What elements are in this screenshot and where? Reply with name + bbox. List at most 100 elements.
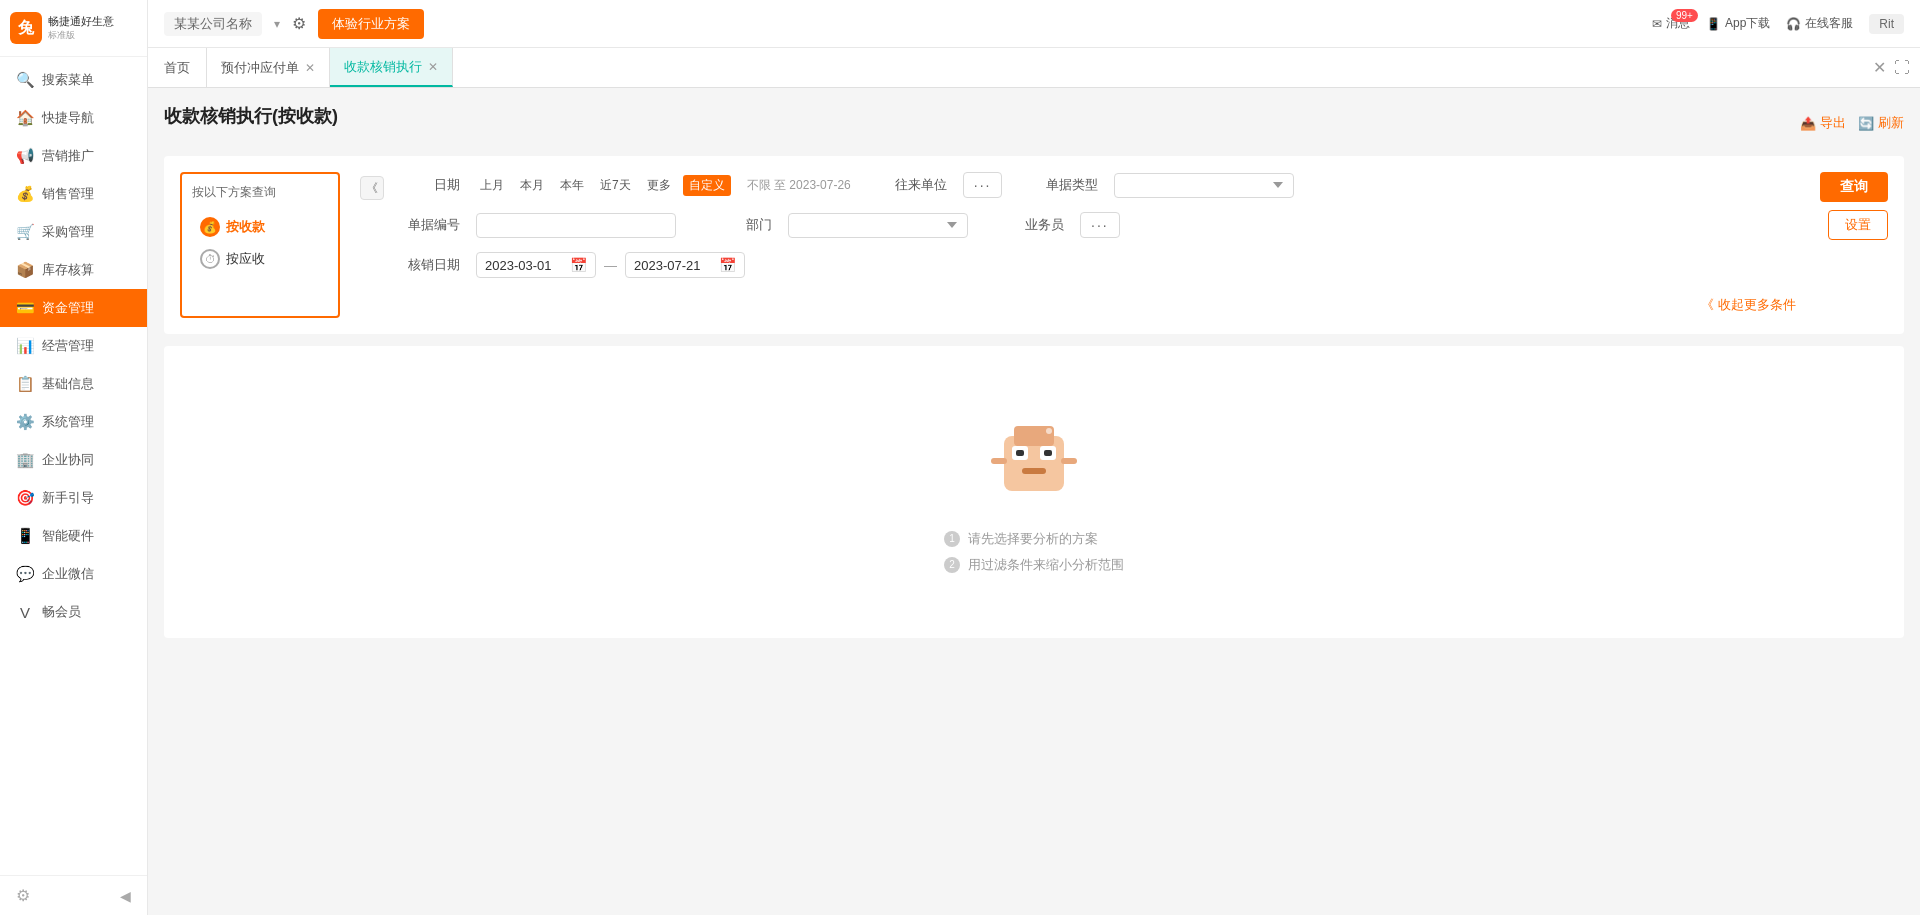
inventory-icon: 📦	[16, 261, 34, 279]
date-this-month[interactable]: 本月	[516, 175, 548, 196]
doc-type-select[interactable]	[1114, 173, 1294, 198]
sidebar: 兔 畅捷通好生意 标准版 🔍 搜索菜单 🏠 快捷导航 📢 营销推广 💰 销售管理…	[0, 0, 148, 915]
online-service-button[interactable]: 🎧 在线客服	[1786, 15, 1853, 32]
sidebar-item-label: 系统管理	[42, 413, 94, 431]
settings-icon[interactable]: ⚙	[16, 886, 30, 905]
tip-num-1: 1	[944, 531, 960, 547]
query-button[interactable]: 查询	[1820, 172, 1888, 202]
tab-receipt[interactable]: 收款核销执行 ✕	[330, 48, 453, 87]
empty-tips: 1 请先选择要分析的方案 2 用过滤条件来缩小分析范围	[944, 526, 1124, 578]
calendar-start-icon: 📅	[570, 257, 587, 273]
sidebar-item-label: 营销推广	[42, 147, 94, 165]
doc-type-label: 单据类型	[1038, 176, 1098, 194]
empty-state: 1 请先选择要分析的方案 2 用过滤条件来缩小分析范围	[164, 346, 1904, 638]
tab-prepay-close-icon[interactable]: ✕	[305, 61, 315, 75]
sidebar-item-purchase[interactable]: 🛒 采购管理	[0, 213, 147, 251]
verify-date-label: 核销日期	[400, 256, 460, 274]
date-last-month[interactable]: 上月	[476, 175, 508, 196]
export-button[interactable]: 📤 导出	[1800, 114, 1846, 132]
sidebar-item-inventory[interactable]: 📦 库存核算	[0, 251, 147, 289]
message-button[interactable]: ✉ 消息 99+	[1652, 15, 1690, 32]
user-avatar[interactable]: Rit	[1869, 14, 1904, 34]
filter-option-label: 按收款	[226, 218, 265, 236]
tab-receipt-label: 收款核销执行	[344, 58, 422, 76]
date-custom[interactable]: 自定义	[683, 175, 731, 196]
filter-option-by-receipt[interactable]: 💰 按收款	[192, 211, 328, 243]
by-receivable-icon: ⏱	[200, 249, 220, 269]
verify-date-end-input[interactable]: 2023-07-21 📅	[625, 252, 745, 278]
filter-option-label: 按应收	[226, 250, 265, 268]
sidebar-nav: 🔍 搜索菜单 🏠 快捷导航 📢 营销推广 💰 销售管理 🛒 采购管理 📦 库存核…	[0, 57, 147, 875]
date-last-7-days[interactable]: 近7天	[596, 175, 635, 196]
tab-prepay[interactable]: 预付冲应付单 ✕	[207, 48, 330, 87]
sidebar-item-basic[interactable]: 📋 基础信息	[0, 365, 147, 403]
counterpart-input[interactable]: ···	[963, 172, 1003, 198]
dept-select[interactable]	[788, 213, 968, 238]
tab-spacer	[453, 48, 1863, 87]
tab-home[interactable]: 首页	[148, 48, 207, 87]
sidebar-item-label: 新手引导	[42, 489, 94, 507]
date-this-year[interactable]: 本年	[556, 175, 588, 196]
export-icon: 📤	[1800, 116, 1816, 131]
app-name: 畅捷通好生意	[48, 14, 114, 28]
sidebar-item-wechat[interactable]: 💬 企业微信	[0, 555, 147, 593]
company-selector[interactable]: 某某公司名称	[164, 12, 262, 36]
date-label: 日期	[400, 176, 460, 194]
refresh-button[interactable]: 🔄 刷新	[1858, 114, 1904, 132]
collapse-more-row: 《 收起更多条件	[400, 292, 1804, 318]
sidebar-item-label: 智能硬件	[42, 527, 94, 545]
sidebar-item-label: 销售管理	[42, 185, 94, 203]
sidebar-item-label: 资金管理	[42, 299, 94, 317]
doc-no-input[interactable]	[476, 213, 676, 238]
tip-text-2: 用过滤条件来缩小分析范围	[968, 552, 1124, 578]
tip-text-1: 请先选择要分析的方案	[968, 526, 1098, 552]
filter-collapse-toggle[interactable]: 《	[360, 176, 384, 200]
tab-close-window-icon[interactable]: ✕	[1873, 58, 1886, 77]
sidebar-item-hardware[interactable]: 📱 智能硬件	[0, 517, 147, 555]
date-more[interactable]: 更多	[643, 175, 675, 196]
sales-icon: 💰	[16, 185, 34, 203]
company-chevron-icon[interactable]: ▾	[274, 17, 280, 31]
tab-window-actions: ✕ ⛶	[1863, 48, 1920, 87]
hardware-icon: 📱	[16, 527, 34, 545]
app-download-button[interactable]: 📱 App下载	[1706, 15, 1770, 32]
verify-date-range: 2023-03-01 📅 — 2023-07-21 📅	[476, 252, 745, 278]
filter-row-1: 日期 上月 本月 本年 近7天 更多 自定义 不限 至 2023-07-26 往…	[400, 172, 1804, 198]
settings-gear-icon[interactable]: ⚙	[292, 14, 306, 33]
filter-option-by-receivable[interactable]: ⏱ 按应收	[192, 243, 328, 275]
sidebar-item-operation[interactable]: 📊 经营管理	[0, 327, 147, 365]
sidebar-item-system[interactable]: ⚙️ 系统管理	[0, 403, 147, 441]
collapse-sidebar-icon[interactable]: ◀	[120, 888, 131, 904]
sidebar-item-label: 快捷导航	[42, 109, 94, 127]
tip-num-2: 2	[944, 557, 960, 573]
verify-date-start-input[interactable]: 2023-03-01 📅	[476, 252, 596, 278]
main-wrapper: 某某公司名称 ▾ ⚙ 体验行业方案 ✉ 消息 99+ 📱 App下载 🎧 在线客…	[148, 0, 1920, 915]
solution-button[interactable]: 体验行业方案	[318, 9, 424, 39]
sidebar-item-shortcuts[interactable]: 🏠 快捷导航	[0, 99, 147, 137]
svg-point-9	[1046, 428, 1052, 434]
sidebar-item-label: 企业微信	[42, 565, 94, 583]
sidebar-item-guide[interactable]: 🎯 新手引导	[0, 479, 147, 517]
filter-settings-button[interactable]: 设置	[1828, 210, 1888, 240]
sidebar-item-label: 搜索菜单	[42, 71, 94, 89]
system-icon: ⚙️	[16, 413, 34, 431]
date-range-dash: —	[604, 258, 617, 273]
sidebar-footer: ⚙ ◀	[0, 875, 147, 915]
sidebar-item-enterprise[interactable]: 🏢 企业协同	[0, 441, 147, 479]
sidebar-item-search[interactable]: 🔍 搜索菜单	[0, 61, 147, 99]
sidebar-item-marketing[interactable]: 📢 营销推广	[0, 137, 147, 175]
finance-icon: 💳	[16, 299, 34, 317]
top-header: 某某公司名称 ▾ ⚙ 体验行业方案 ✉ 消息 99+ 📱 App下载 🎧 在线客…	[148, 0, 1920, 48]
sidebar-item-member[interactable]: V 畅会员	[0, 593, 147, 631]
guide-icon: 🎯	[16, 489, 34, 507]
collapse-more-button[interactable]: 《 收起更多条件	[1693, 292, 1804, 318]
tab-receipt-close-icon[interactable]: ✕	[428, 60, 438, 74]
sidebar-item-label: 库存核算	[42, 261, 94, 279]
app-version: 标准版	[48, 29, 114, 42]
search-icon: 🔍	[16, 71, 34, 89]
sidebar-item-finance[interactable]: 💳 资金管理	[0, 289, 147, 327]
staff-input[interactable]: ···	[1080, 212, 1120, 238]
sidebar-item-label: 企业协同	[42, 451, 94, 469]
sidebar-item-sales[interactable]: 💰 销售管理	[0, 175, 147, 213]
tab-expand-icon[interactable]: ⛶	[1894, 59, 1910, 77]
